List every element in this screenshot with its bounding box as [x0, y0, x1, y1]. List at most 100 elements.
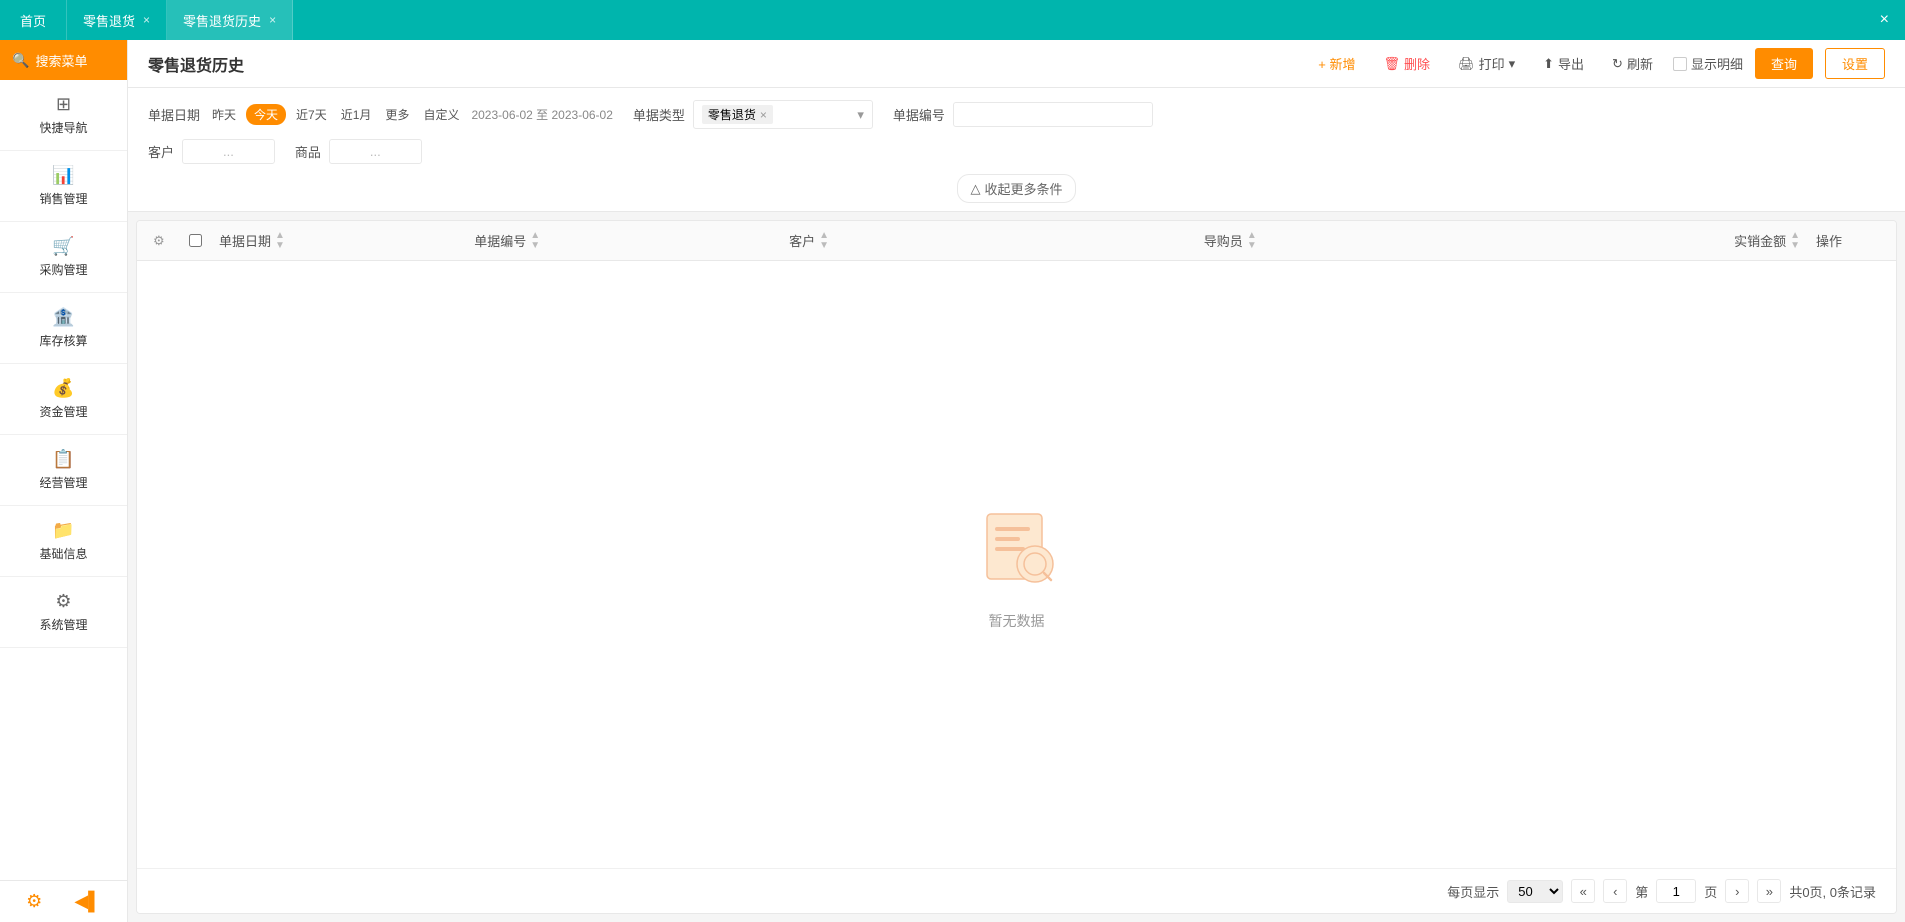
- tab-retail-return-history[interactable]: 零售退货历史 ×: [167, 0, 293, 40]
- date-btn-more[interactable]: 更多: [381, 104, 413, 125]
- th-customer-sort-icon: ▲▼: [819, 231, 829, 251]
- next-page-btn[interactable]: ›: [1725, 879, 1749, 903]
- sidebar-item-finance[interactable]: 💰 资金管理: [0, 364, 127, 435]
- sidebar-search[interactable]: 🔍 搜索菜单: [0, 40, 127, 80]
- sidebar-item-system[interactable]: ⚙ 系统管理: [0, 577, 127, 648]
- delete-icon: 🗑: [1384, 56, 1401, 72]
- th-checkbox-col: [181, 234, 211, 247]
- doc-type-label: 单据类型: [633, 105, 685, 124]
- setting-button[interactable]: 设置: [1825, 48, 1885, 79]
- date-range-display: 2023-06-02 至 2023-06-02: [471, 106, 612, 123]
- table-settings-icon: ⚙: [153, 233, 165, 249]
- th-customer[interactable]: 客户 ▲▼: [781, 231, 1196, 251]
- doc-type-tag-close[interactable]: ×: [760, 108, 767, 122]
- header-actions: + 新增 🗑 删除 🖨 打印 ▾ ⬆ 导出 ↻ 刷新: [1310, 48, 1885, 79]
- print-dropdown-icon: ▾: [1509, 56, 1516, 72]
- inventory-icon: 🏦: [52, 307, 74, 328]
- prev-page-btn[interactable]: ‹: [1603, 879, 1627, 903]
- th-date[interactable]: 单据日期 ▲▼: [211, 231, 466, 251]
- sidebar-item-inventory-label: 库存核算: [39, 332, 87, 349]
- customer-filter: 客户 ...: [148, 139, 275, 164]
- tab-home[interactable]: 首页: [0, 0, 67, 40]
- sidebar-nav: ⊞ 快捷导航 📊 销售管理 🛒 采购管理 🏦 库存核算 💰 资金管理 📋: [0, 80, 127, 880]
- top-tab-bar: 首页 零售退货 × 零售退货历史 × ×: [0, 0, 1905, 40]
- sidebar: 🔍 搜索菜单 ⊞ 快捷导航 📊 销售管理 🛒 采购管理 🏦 库存核算 💰: [0, 40, 128, 922]
- th-no[interactable]: 单据编号 ▲▼: [466, 231, 781, 251]
- last-page-btn[interactable]: »: [1757, 879, 1781, 903]
- th-amount-label: 实销金额: [1734, 231, 1786, 250]
- page-label-pre: 第: [1635, 882, 1648, 901]
- select-all-checkbox[interactable]: [189, 234, 202, 247]
- empty-text: 暂无数据: [989, 611, 1045, 631]
- operations-icon: 📋: [52, 449, 74, 470]
- print-button[interactable]: 🖨 打印 ▾: [1450, 50, 1523, 77]
- th-date-sort-icon: ▲▼: [275, 231, 285, 251]
- system-icon: ⚙: [55, 591, 71, 612]
- date-shortcuts: 昨天 今天 近7天 近1月 更多 自定义: [208, 104, 463, 125]
- page-title: 零售退货历史: [148, 52, 244, 76]
- audio-bottom-icon[interactable]: ◀▌: [74, 891, 101, 912]
- customer-ellipsis: ...: [182, 139, 275, 164]
- query-button[interactable]: 查询: [1755, 48, 1813, 79]
- doc-no-filter: 单据编号: [893, 102, 1153, 127]
- per-page-label: 每页显示: [1447, 882, 1499, 901]
- doc-type-select-arrow: ▾: [857, 107, 864, 123]
- sidebar-search-label: 搜索菜单: [35, 51, 87, 70]
- content-area: 零售退货历史 + 新增 🗑 删除 🖨 打印 ▾ ⬆ 导出: [128, 40, 1905, 922]
- show-detail-label: 显示明细: [1691, 54, 1743, 73]
- sidebar-item-quick-nav[interactable]: ⊞ 快捷导航: [0, 80, 127, 151]
- window-close-btn[interactable]: ×: [1880, 11, 1905, 29]
- doc-no-label: 单据编号: [893, 105, 945, 124]
- date-btn-yesterday[interactable]: 昨天: [208, 104, 240, 125]
- date-btn-custom[interactable]: 自定义: [419, 104, 463, 125]
- doc-type-select[interactable]: 零售退货 × ▾: [693, 100, 873, 129]
- sidebar-item-basic-info[interactable]: 📁 基础信息: [0, 506, 127, 577]
- sidebar-item-purchase[interactable]: 🛒 采购管理: [0, 222, 127, 293]
- th-no-label: 单据编号: [474, 231, 526, 250]
- export-button[interactable]: ⬆ 导出: [1535, 50, 1592, 77]
- tab-retail-return-label: 零售退货: [83, 11, 135, 30]
- print-icon: 🖨: [1458, 56, 1475, 72]
- sidebar-item-system-label: 系统管理: [39, 616, 87, 633]
- tab-retail-return-close[interactable]: ×: [143, 13, 150, 27]
- tab-retail-return-history-close[interactable]: ×: [269, 13, 276, 27]
- tab-retail-return-history-label: 零售退货历史: [183, 11, 261, 30]
- first-page-btn[interactable]: «: [1571, 879, 1595, 903]
- refresh-button-label: 刷新: [1627, 54, 1653, 73]
- export-icon: ⬆: [1543, 56, 1554, 72]
- tab-retail-return[interactable]: 零售退货 ×: [67, 0, 167, 40]
- table-area: ⚙ 单据日期 ▲▼ 单据编号 ▲▼ 客户 ▲▼ 导购员: [136, 220, 1897, 914]
- filter-row-1: 单据日期 昨天 今天 近7天 近1月 更多 自定义 2023-06-02 至 2…: [148, 100, 1885, 129]
- main-layout: 🔍 搜索菜单 ⊞ 快捷导航 📊 销售管理 🛒 采购管理 🏦 库存核算 💰: [0, 40, 1905, 922]
- delete-button[interactable]: 🗑 删除: [1376, 50, 1439, 77]
- doc-no-input[interactable]: [953, 102, 1153, 127]
- collapse-filter-btn[interactable]: △ 收起更多条件: [957, 174, 1075, 203]
- th-settings[interactable]: ⚙: [145, 233, 181, 249]
- th-guide-sort-icon: ▲▼: [1247, 231, 1257, 251]
- print-button-label: 打印: [1479, 54, 1505, 73]
- basic-info-icon: 📁: [52, 520, 74, 541]
- current-page-input[interactable]: [1656, 879, 1696, 903]
- page-header: 零售退货历史 + 新增 🗑 删除 🖨 打印 ▾ ⬆ 导出: [128, 40, 1905, 88]
- th-amount-sort-icon: ▲▼: [1790, 231, 1800, 251]
- refresh-button[interactable]: ↻ 刷新: [1604, 50, 1661, 77]
- th-guide[interactable]: 导购员 ▲▼: [1196, 231, 1511, 251]
- sidebar-item-inventory[interactable]: 🏦 库存核算: [0, 293, 127, 364]
- sidebar-item-sales[interactable]: 📊 销售管理: [0, 151, 127, 222]
- date-btn-7days[interactable]: 近7天: [292, 104, 331, 125]
- pagination: 每页显示 50 100 200 « ‹ 第 页 › » 共0页, 0条记录: [137, 868, 1896, 913]
- collapse-icon: △: [970, 181, 980, 197]
- settings-bottom-icon[interactable]: ⚙: [26, 891, 42, 912]
- page-label-post: 页: [1704, 882, 1717, 901]
- sidebar-item-basic-info-label: 基础信息: [39, 545, 87, 562]
- per-page-select[interactable]: 50 100 200: [1507, 880, 1563, 903]
- th-action: 操作: [1808, 231, 1888, 250]
- date-btn-1month[interactable]: 近1月: [337, 104, 376, 125]
- date-btn-today[interactable]: 今天: [246, 104, 286, 125]
- new-button[interactable]: + 新增: [1310, 50, 1363, 77]
- sidebar-item-sales-label: 销售管理: [39, 190, 87, 207]
- finance-icon: 💰: [52, 378, 74, 399]
- sidebar-item-operations[interactable]: 📋 经营管理: [0, 435, 127, 506]
- th-amount[interactable]: 实销金额 ▲▼: [1726, 231, 1808, 251]
- show-detail-checkbox[interactable]: [1673, 57, 1687, 71]
